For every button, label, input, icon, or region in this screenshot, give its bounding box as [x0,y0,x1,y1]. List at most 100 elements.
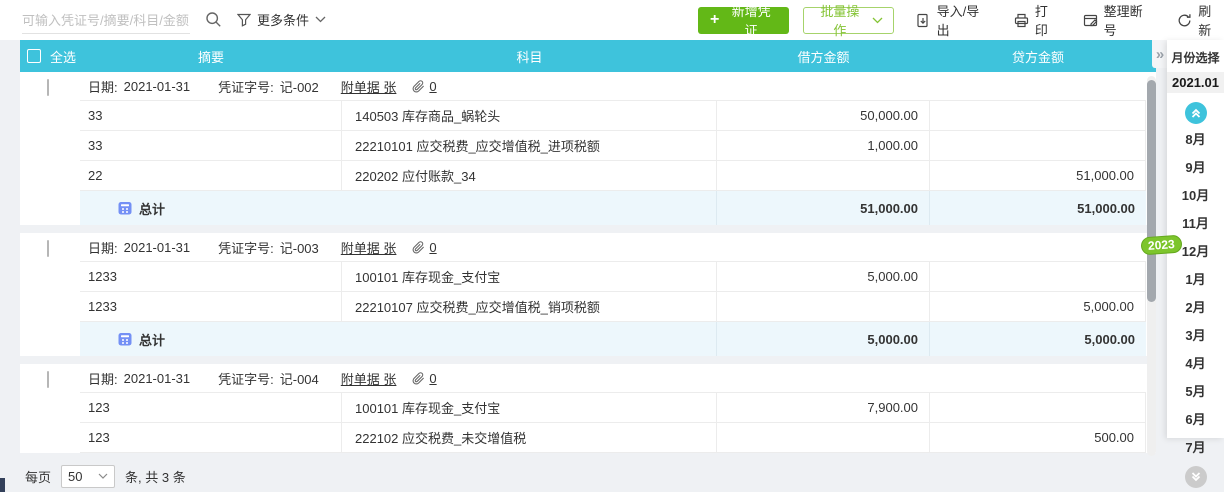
month-item[interactable]: 8月 [1167,126,1224,154]
select-all-label: 全选 [50,49,77,65]
group-checkbox[interactable] [47,240,49,257]
search-input[interactable] [22,13,190,28]
paperclip-icon [412,371,425,385]
header-summary: 摘要 [197,49,224,65]
arrange-numbers-button[interactable]: 整理断号 [1083,1,1156,39]
month-item[interactable]: 3月 [1167,322,1224,350]
year-badge[interactable]: 2023 [1140,234,1183,256]
page-size-select[interactable]: 50 [61,464,116,488]
group-checkbox-cell [20,364,80,453]
voucher-no-prefix: 凭证字号: [218,79,274,95]
paperclip-icon [412,79,425,93]
credit-cell [930,262,1146,291]
account-cell: 140503 库存商品_蜗轮头 [342,101,717,130]
month-item[interactable]: 9月 [1167,154,1224,182]
attachment-count-link[interactable]: 0 [429,79,436,94]
group-checkbox-cell [20,233,80,356]
voucher-date: 2021-01-31 [123,239,191,255]
month-item[interactable]: 11月 [1167,210,1224,238]
attachment-link[interactable]: 附单据 张 [341,238,397,257]
new-voucher-button[interactable]: + 新增凭证 [698,4,789,38]
print-label: 打印 [1034,4,1048,38]
voucher-search[interactable] [22,8,190,34]
total-debit: 51,000.00 [717,191,930,225]
total-count-label: 条, 共 3 条 [125,469,186,485]
group-header-row: 日期: 2021-01-31 凭证字号: 记-003 附单据 张 0 [80,233,1146,262]
batch-ops-button[interactable]: 批量操作 [803,4,894,38]
current-period: 2021.01 [1167,72,1224,93]
debit-cell: 5,000.00 [717,262,930,291]
group-total-row: 总计 51,000.00 51,000.00 [80,191,1146,225]
summary-cell: 123 [80,393,342,422]
chevron-down-icon [315,16,326,23]
voucher-table: 全选 摘要 科目 借方金额 贷方金额 日期: 2021-01-31 凭证字号: … [20,40,1156,453]
scroll-months-up-button[interactable] [1184,102,1207,124]
voucher-entry-row[interactable]: 123 100101 库存现金_支付宝 7,900.00 [80,393,1146,423]
group-separator [20,225,1156,233]
total-debit: 5,000.00 [717,322,930,356]
collapse-panel-icon[interactable]: » [1152,40,1168,68]
chevron-down-icon [98,473,108,479]
attachment-link[interactable]: 附单据 张 [341,77,397,96]
total-label: 总计 [139,201,166,217]
attachment-count-link[interactable]: 0 [429,371,436,386]
total-credit: 5,000.00 [1084,331,1135,347]
group-separator [20,356,1156,364]
credit-cell: 500.00 [930,423,1146,452]
month-item[interactable]: 1月 [1167,266,1224,294]
summary-cell: 33 [80,131,342,160]
account-cell: 22210101 应交税费_应交增值税_进项税额 [342,131,717,160]
month-item[interactable]: 6月 [1167,406,1224,434]
account-cell: 100101 库存现金_支付宝 [342,262,717,291]
more-filters-button[interactable]: 更多条件 [237,10,326,29]
voucher-no: 记-004 [279,371,319,387]
debit-cell: 50,000.00 [717,101,930,130]
date-prefix: 日期: [88,240,118,256]
printer-icon [1014,13,1029,28]
vertical-scrollbar-thumb[interactable] [1147,80,1156,302]
group-rows: 1233 100101 库存现金_支付宝 5,000.00 1233 22210… [80,262,1146,322]
voucher-group: 日期: 2021-01-31 凭证字号: 记-004 附单据 张 0 123 1… [20,364,1156,453]
group-checkbox[interactable] [47,371,49,388]
credit-cell [930,131,1146,160]
import-export-label: 导入/导出 [936,4,980,38]
month-panel-title: 月份选择 [1171,51,1220,65]
arrange-numbers-icon [1083,13,1098,28]
batch-ops-label: 批量操作 [820,4,860,38]
summary-cell: 22 [80,161,342,190]
voucher-entry-row[interactable]: 33 140503 库存商品_蜗轮头 50,000.00 [80,101,1146,131]
voucher-entry-row[interactable]: 33 22210101 应交税费_应交增值税_进项税额 1,000.00 [80,131,1146,161]
account-cell: 100101 库存现金_支付宝 [342,393,717,422]
arrange-numbers-label: 整理断号 [1103,4,1143,38]
month-item[interactable]: 5月 [1167,378,1224,406]
search-icon[interactable] [205,11,222,28]
date-prefix: 日期: [88,371,118,387]
attachment-link[interactable]: 附单据 张 [341,369,397,388]
voucher-no-prefix: 凭证字号: [218,371,274,387]
month-item[interactable]: 10月 [1167,182,1224,210]
header-account: 科目 [516,49,543,65]
voucher-groups: 日期: 2021-01-31 凭证字号: 记-002 附单据 张 0 33 14… [20,72,1156,453]
print-button[interactable]: 打印 [1014,1,1061,39]
date-prefix: 日期: [88,79,118,95]
voucher-entry-row[interactable]: 1233 22210107 应交税费_应交增值税_销项税额 5,000.00 [80,292,1146,322]
group-checkbox[interactable] [47,79,49,96]
month-item[interactable]: 7月 [1167,434,1224,462]
import-export-button[interactable]: 导入/导出 [916,1,992,39]
voucher-entry-row[interactable]: 123 222102 应交税费_未交增值税 500.00 [80,423,1146,453]
select-all-checkbox[interactable] [27,49,41,63]
attachment-count-link[interactable]: 0 [429,240,436,255]
chevron-down-icon [872,17,883,24]
voucher-entry-row[interactable]: 1233 100101 库存现金_支付宝 5,000.00 [80,262,1146,292]
voucher-no: 记-002 [279,79,319,95]
voucher-entry-row[interactable]: 22 220202 应付账款_34 51,000.00 [80,161,1146,191]
refresh-button[interactable]: 刷新 [1177,1,1224,39]
voucher-no-prefix: 凭证字号: [218,240,274,256]
table-header-row: 全选 摘要 科目 借方金额 贷方金额 [20,40,1156,72]
month-item[interactable]: 2月 [1167,294,1224,322]
credit-cell: 5,000.00 [930,292,1146,321]
header-credit: 贷方金额 [1011,49,1064,65]
month-item[interactable]: 4月 [1167,350,1224,378]
group-total-row: 总计 5,000.00 5,000.00 [80,322,1146,356]
calculator-icon [118,201,132,215]
